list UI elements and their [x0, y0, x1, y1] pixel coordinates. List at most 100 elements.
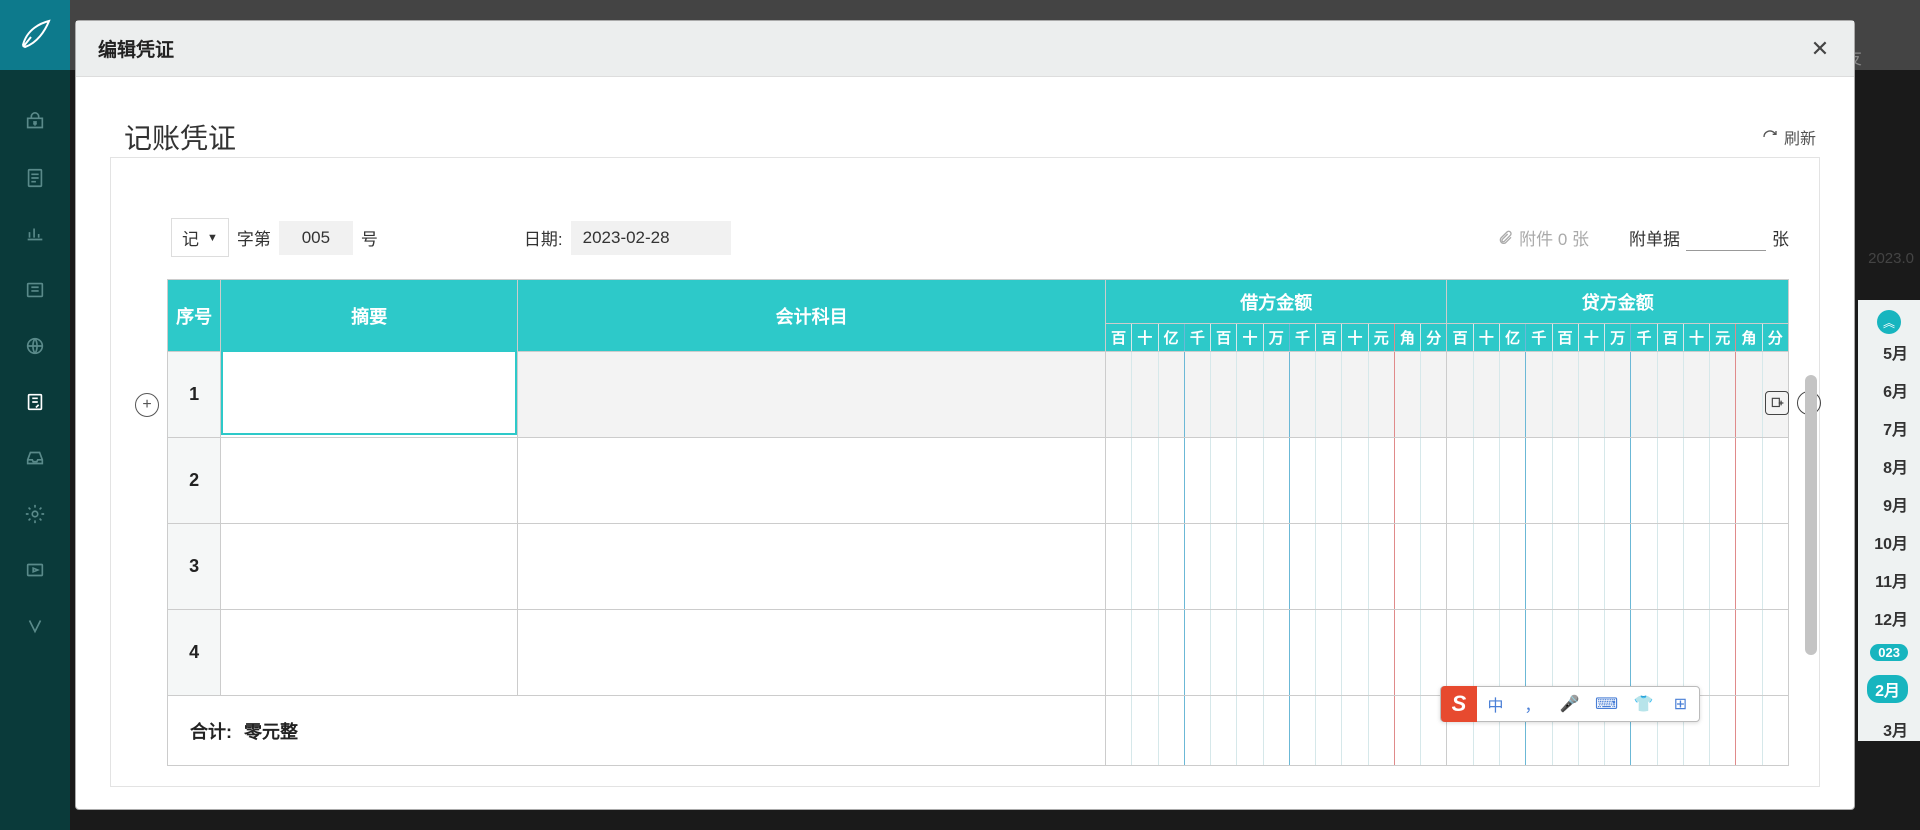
ime-keyboard-icon[interactable]: ⌨: [1588, 694, 1625, 714]
debit-cell[interactable]: [1105, 610, 1446, 696]
month-3[interactable]: 3月: [1883, 717, 1908, 741]
attachment-link[interactable]: 附件 0 张: [1497, 225, 1589, 250]
receipt-count-input[interactable]: [1686, 225, 1766, 251]
seq-cell: 1: [168, 352, 221, 438]
collapse-months-icon[interactable]: ︽: [1877, 310, 1901, 334]
voucher-type-value: 记: [182, 225, 199, 250]
seq-cell: 4: [168, 610, 221, 696]
th-credit: 贷方金额: [1447, 280, 1789, 324]
nav-receipt-icon[interactable]: [23, 278, 47, 302]
refresh-label: 刷新: [1784, 125, 1816, 149]
credit-cell[interactable]: [1447, 352, 1789, 438]
ime-punct[interactable]: ，: [1514, 692, 1551, 716]
zidi-label: 字第: [237, 225, 271, 250]
voucher-heading: 记账凭证: [124, 117, 236, 157]
subject-cell[interactable]: [518, 610, 1106, 696]
credit-cell[interactable]: [1447, 524, 1789, 610]
total-label: 合计:: [190, 718, 232, 744]
year-badge[interactable]: 023: [1870, 644, 1908, 661]
modal-title: 编辑凭证: [98, 35, 174, 62]
hao-label: 号: [361, 225, 378, 250]
attach-group: 附件 0 张 附单据 张: [1497, 225, 1789, 251]
debit-cell[interactable]: [1105, 352, 1446, 438]
app-logo[interactable]: [0, 0, 70, 70]
summary-cell[interactable]: [221, 438, 518, 524]
credit-cell[interactable]: [1447, 438, 1789, 524]
ime-mic-icon[interactable]: 🎤: [1551, 694, 1588, 714]
summary-input[interactable]: [221, 350, 517, 435]
debit-digits-header: 百十亿千百十万千百十元角分: [1105, 324, 1446, 352]
month-7[interactable]: 7月: [1883, 416, 1908, 440]
caret-down-icon: ▼: [207, 232, 218, 244]
attachment-label: 附件 0 张: [1519, 225, 1589, 250]
voucher-type-select[interactable]: 记 ▼: [171, 218, 229, 257]
voucher-type-group: 记 ▼ 字第 号: [171, 218, 378, 257]
add-row-button[interactable]: +: [135, 393, 159, 417]
month-current[interactable]: 2月: [1867, 675, 1908, 703]
sogou-icon[interactable]: S: [1441, 686, 1477, 722]
paperclip-icon: [1497, 230, 1513, 246]
month-10[interactable]: 10月: [1874, 530, 1908, 554]
seq-cell: 3: [168, 524, 221, 610]
debit-cell[interactable]: [1105, 524, 1446, 610]
credit-digits-header: 百十亿千百十万千百十元角分: [1447, 324, 1789, 352]
summary-cell[interactable]: [221, 352, 518, 438]
close-icon[interactable]: ✕: [1808, 37, 1832, 61]
sidebar-nav: [0, 70, 70, 638]
table-row: 3: [168, 524, 1789, 610]
modal-header: 编辑凭证 ✕: [76, 21, 1854, 77]
seq-cell: 2: [168, 438, 221, 524]
nav-inbox-icon[interactable]: [23, 446, 47, 470]
th-summary: 摘要: [221, 280, 518, 352]
voucher-number-input[interactable]: [279, 221, 353, 255]
month-8[interactable]: 8月: [1883, 454, 1908, 478]
month-12[interactable]: 12月: [1874, 606, 1908, 630]
nav-chart-icon[interactable]: [23, 222, 47, 246]
left-sidebar: [0, 0, 70, 830]
ime-toolbar[interactable]: S 中 ， 🎤 ⌨ 👕 ⊞: [1440, 686, 1700, 722]
summary-cell[interactable]: [221, 524, 518, 610]
month-list: 5月 6月 7月 8月 9月 10月 11月 12月 023 2月 3月: [1858, 340, 1920, 741]
feather-icon: [17, 17, 53, 53]
subject-cell[interactable]: [518, 352, 1106, 438]
date-input[interactable]: [571, 221, 731, 255]
receipt-label: 附单据: [1629, 225, 1680, 250]
ime-menu-icon[interactable]: ⊞: [1662, 694, 1699, 714]
th-subject: 会计科目: [518, 280, 1106, 352]
receipt-group: 附单据 张: [1629, 225, 1789, 251]
month-panel: ︽ 5月 6月 7月 8月 9月 10月 11月 12月 023 2月 3月: [1858, 300, 1920, 741]
zhang-label: 张: [1772, 225, 1789, 250]
refresh-icon: [1762, 129, 1778, 145]
th-debit: 借方金额: [1105, 280, 1446, 324]
insert-row-icon[interactable]: [1765, 391, 1789, 415]
nav-v-icon[interactable]: [23, 614, 47, 638]
total-cell: 合计: 零元整: [168, 696, 1106, 766]
month-6[interactable]: 6月: [1883, 378, 1908, 402]
nav-voucher-icon[interactable]: [23, 390, 47, 414]
date-label: 日期:: [524, 225, 563, 250]
table-row: 4: [168, 610, 1789, 696]
refresh-button[interactable]: 刷新: [1762, 125, 1816, 149]
ime-lang[interactable]: 中: [1477, 692, 1514, 716]
nav-doc-icon[interactable]: [23, 166, 47, 190]
voucher-controls: 记 ▼ 字第 号 日期: 附件 0 张: [111, 158, 1819, 279]
ime-skin-icon[interactable]: 👕: [1625, 694, 1662, 714]
nav-video-icon[interactable]: [23, 558, 47, 582]
table-row: 1: [168, 352, 1789, 438]
nav-gear-icon[interactable]: [23, 502, 47, 526]
date-group: 日期:: [524, 221, 731, 255]
month-9[interactable]: 9月: [1883, 492, 1908, 516]
nav-money-icon[interactable]: [23, 110, 47, 134]
period-hint: 2023.0: [1868, 250, 1914, 267]
th-seq: 序号: [168, 280, 221, 352]
subject-cell[interactable]: [518, 438, 1106, 524]
scrollbar-thumb[interactable]: [1805, 375, 1817, 655]
nav-globe-icon[interactable]: [23, 334, 47, 358]
month-5[interactable]: 5月: [1883, 340, 1908, 364]
debit-cell[interactable]: [1105, 438, 1446, 524]
total-debit: [1105, 696, 1446, 766]
credit-cell[interactable]: [1447, 610, 1789, 696]
subject-cell[interactable]: [518, 524, 1106, 610]
summary-cell[interactable]: [221, 610, 518, 696]
month-11[interactable]: 11月: [1875, 568, 1908, 592]
